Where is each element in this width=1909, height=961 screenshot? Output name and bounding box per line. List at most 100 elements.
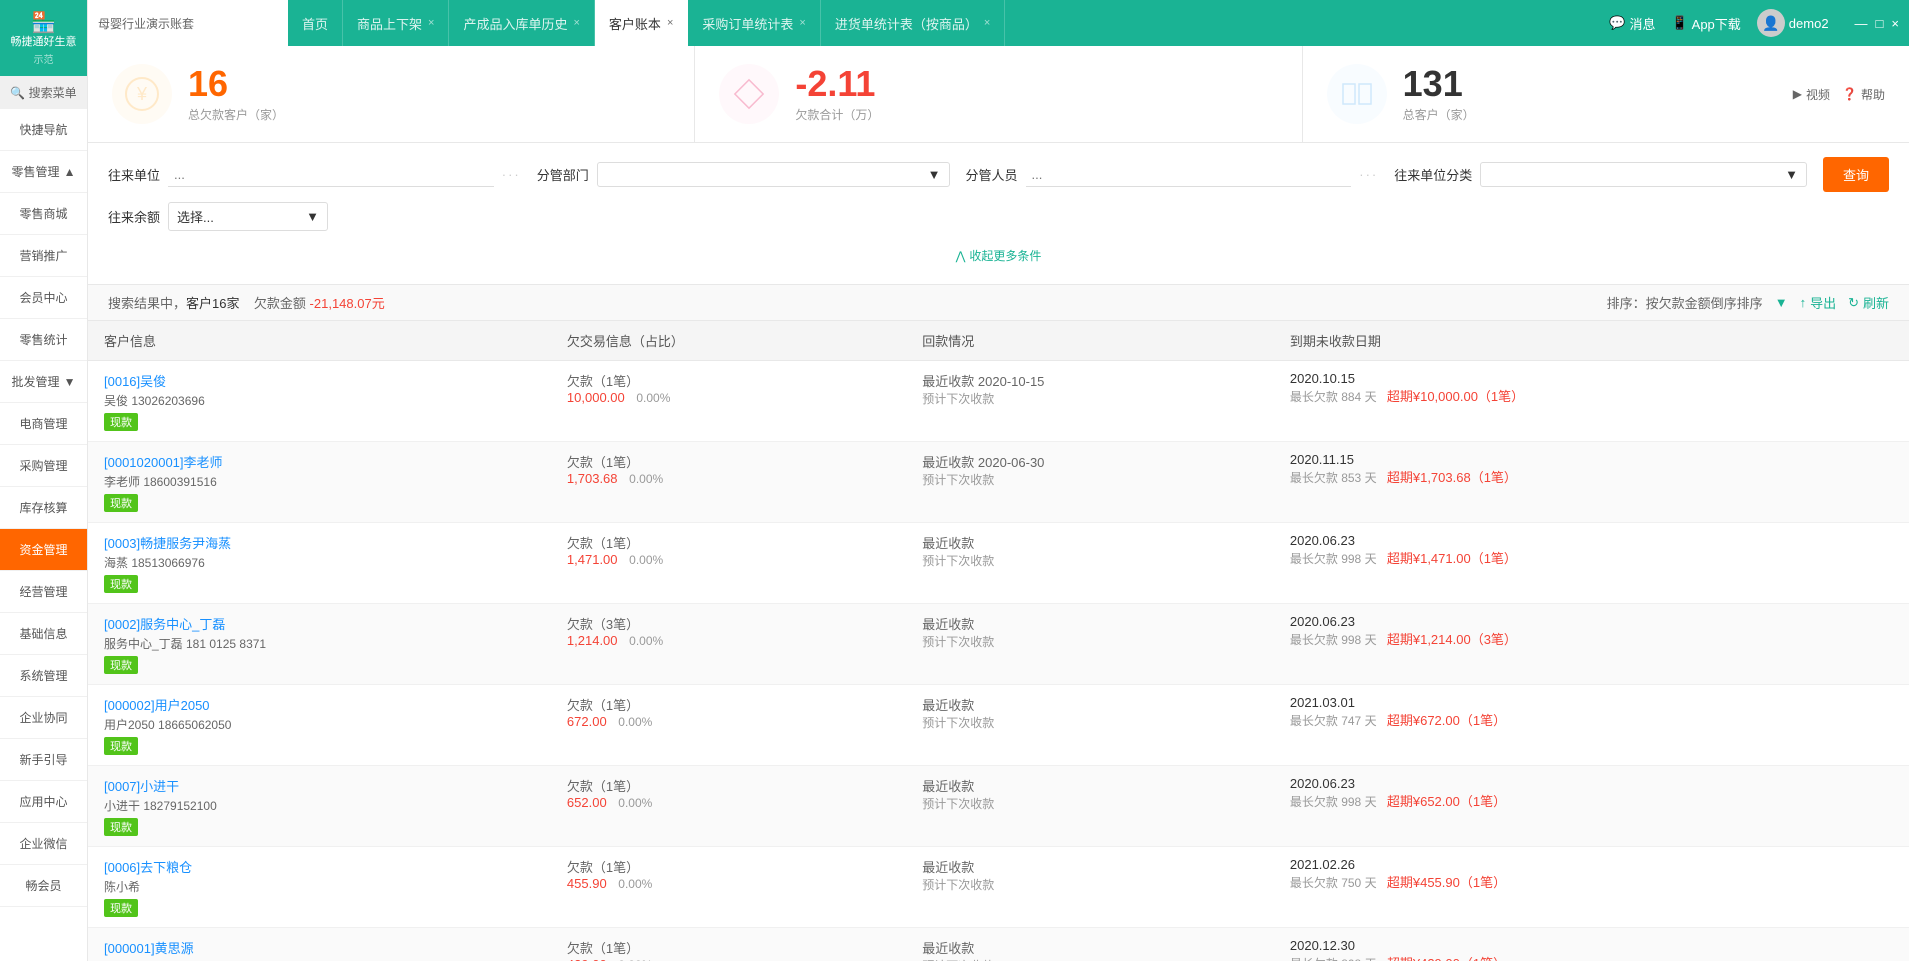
sidebar-item-apps[interactable]: 应用中心 [0,781,87,823]
customer-name-link[interactable]: [000001]黄思源 [104,938,535,957]
filter-dept-select[interactable]: ▼ [597,162,950,187]
filter-person-input[interactable] [1026,163,1352,187]
tab-close-icon[interactable]: × [428,17,434,29]
customer-name-link[interactable]: [0003]畅捷服务尹海蒸 [104,533,535,552]
filter-person-dots[interactable]: ··· [1359,167,1378,182]
customer-name-link[interactable]: [000002]用户2050 [104,695,535,714]
overdue-amount-link[interactable]: 超期¥455.90（1笔） [1387,875,1506,890]
sidebar-item-finance[interactable]: 资金管理 [0,529,87,571]
sidebar-item-inventory[interactable]: 库存核算 [0,487,87,529]
sidebar-item-retail-stats[interactable]: 零售统计 [0,319,87,361]
video-btn[interactable]: ▶ 视频 [1793,86,1830,103]
overdue-amount-link[interactable]: 超期¥1,214.00（3笔） [1387,632,1517,647]
filter-unit-dots[interactable]: ··· [502,167,521,182]
due-date: 2020.12.30 [1290,938,1893,953]
debt-amount: 672.00 0.00% [567,714,890,729]
video-icon: ▶ [1793,87,1802,101]
cell-repayment: 最近收款 预计下次收款 [906,604,1274,685]
app-download-btn[interactable]: 📱 App下载 [1671,14,1740,33]
sidebar-item-purchase[interactable]: 采购管理 [0,445,87,487]
refresh-btn[interactable]: ↻ 刷新 [1848,293,1889,312]
total-customers-icon [1327,64,1387,124]
sidebar-item-base-info[interactable]: 基础信息 [0,613,87,655]
sidebar-item-label: 会员中心 [19,291,67,305]
results-amount: -21,148.07元 [310,296,385,311]
chevron-icon: ▲ [64,165,76,179]
debt-customers-label: 总欠款客户（家） [188,106,284,123]
sidebar-item-member2[interactable]: 畅会员 [0,865,87,907]
filter-balance-select[interactable]: 选择... ▼ [168,202,328,231]
overdue-amount-link[interactable]: 超期¥652.00（1笔） [1387,794,1506,809]
customer-name-link[interactable]: [0007]小进干 [104,776,535,795]
chevron-down-icon[interactable]: ▼ [1775,295,1788,310]
tab-purchase-stats[interactable]: 采购订单统计表 × [688,0,820,46]
tab-home[interactable]: 首页 [288,0,343,46]
sidebar-item-label: 零售统计 [19,333,67,347]
tab-close-icon[interactable]: × [984,17,990,29]
debt-amount: 1,703.68 0.00% [567,471,890,486]
customer-name-link[interactable]: [0016]吴俊 [104,371,535,390]
next-collect: 预计下次收款 [922,471,1258,488]
search-button[interactable]: 查询 [1823,157,1889,192]
message-btn[interactable]: 💬 消息 [1609,14,1655,33]
overdue-amount-link[interactable]: 超期¥672.00（1笔） [1387,713,1506,728]
tab-purchase-by-product[interactable]: 进货单统计表（按商品） × [821,0,1005,46]
tab-customer-account[interactable]: 客户账本 × [595,0,688,46]
sidebar-item-system[interactable]: 系统管理 [0,655,87,697]
sidebar-item-wechat[interactable]: 企业微信 [0,823,87,865]
debt-customers-icon: ¥ [112,64,172,124]
user-avatar[interactable]: 👤 demo2 [1757,9,1829,37]
maximize-btn[interactable]: □ [1876,16,1884,31]
sidebar-item-ecommerce[interactable]: 电商管理 [0,403,87,445]
search-icon: 🔍 [10,86,25,100]
sidebar-item-operation[interactable]: 经营管理 [0,571,87,613]
last-collect: 最近收款 [922,938,1258,957]
sidebar-item-label: 新手引导 [19,753,67,767]
total-customers-value: 131 [1403,66,1475,102]
debt-desc: 欠款（1笔） [567,857,890,876]
sidebar-item-label: 零售商城 [19,207,67,221]
tab-product-history[interactable]: 产成品入库单历史 × [449,0,594,46]
debt-amount: 1,214.00 0.00% [567,633,890,648]
customer-name-link[interactable]: [0006]去下粮仓 [104,857,535,876]
customer-contact: 海蒸 18513066976 [104,554,535,571]
customer-name-link[interactable]: [0002]服务中心_丁磊 [104,614,535,633]
sidebar-item-enterprise[interactable]: 企业协同 [0,697,87,739]
close-btn[interactable]: × [1891,16,1899,31]
cell-customer: [000001]黄思源 黄思源 13552700226 现款 [88,928,551,961]
refresh-icon: ↻ [1848,295,1859,311]
overdue-amount-link[interactable]: 超期¥429.00（1笔） [1387,956,1506,961]
phone-icon: 📱 [1671,15,1687,31]
next-collect: 预计下次收款 [922,795,1258,812]
tab-product-on-off[interactable]: 商品上下架 × [343,0,449,46]
overdue-amount-link[interactable]: 超期¥10,000.00（1笔） [1387,389,1524,404]
overdue-amount-link[interactable]: 超期¥1,471.00（1笔） [1387,551,1517,566]
sidebar-item-quick-nav[interactable]: 快捷导航 [0,109,87,151]
filter-item-category: 往来单位分类 ▼ [1394,162,1807,187]
next-collect: 预计下次收款 [922,633,1258,650]
sidebar-item-wholesale[interactable]: 批发管理 ▼ [0,361,87,403]
sidebar-item-marketing[interactable]: 营销推广 [0,235,87,277]
help-btn[interactable]: ❓ 帮助 [1842,86,1885,103]
table-row: [0003]畅捷服务尹海蒸 海蒸 18513066976 现款 欠款（1笔） 1… [88,523,1909,604]
sidebar-item-retail-mgmt[interactable]: 零售管理 ▲ [0,151,87,193]
minimize-btn[interactable]: — [1855,16,1868,31]
filter-unit-input[interactable] [168,163,494,187]
collapse-bar[interactable]: ⋀ 收起更多条件 [108,241,1889,270]
overdue-amount-link[interactable]: 超期¥1,703.68（1笔） [1387,470,1517,485]
sidebar-item-member[interactable]: 会员中心 [0,277,87,319]
tab-label: 客户账本 [609,14,661,33]
tab-close-icon[interactable]: × [799,17,805,29]
last-collect: 最近收款 [922,533,1258,552]
search-menu[interactable]: 🔍 搜索菜单 [0,76,87,109]
customer-name-link[interactable]: [0001020001]李老师 [104,452,535,471]
customer-contact: 李老师 18600391516 [104,473,535,490]
tab-close-icon[interactable]: × [667,17,673,29]
video-label: 视频 [1806,86,1830,103]
filter-category-select[interactable]: ▼ [1480,162,1807,187]
export-btn[interactable]: ↑ 导出 [1800,293,1837,312]
app-download-label: App下载 [1692,14,1741,33]
sidebar-item-retail-mall[interactable]: 零售商城 [0,193,87,235]
tab-close-icon[interactable]: × [573,17,579,29]
sidebar-item-guide[interactable]: 新手引导 [0,739,87,781]
